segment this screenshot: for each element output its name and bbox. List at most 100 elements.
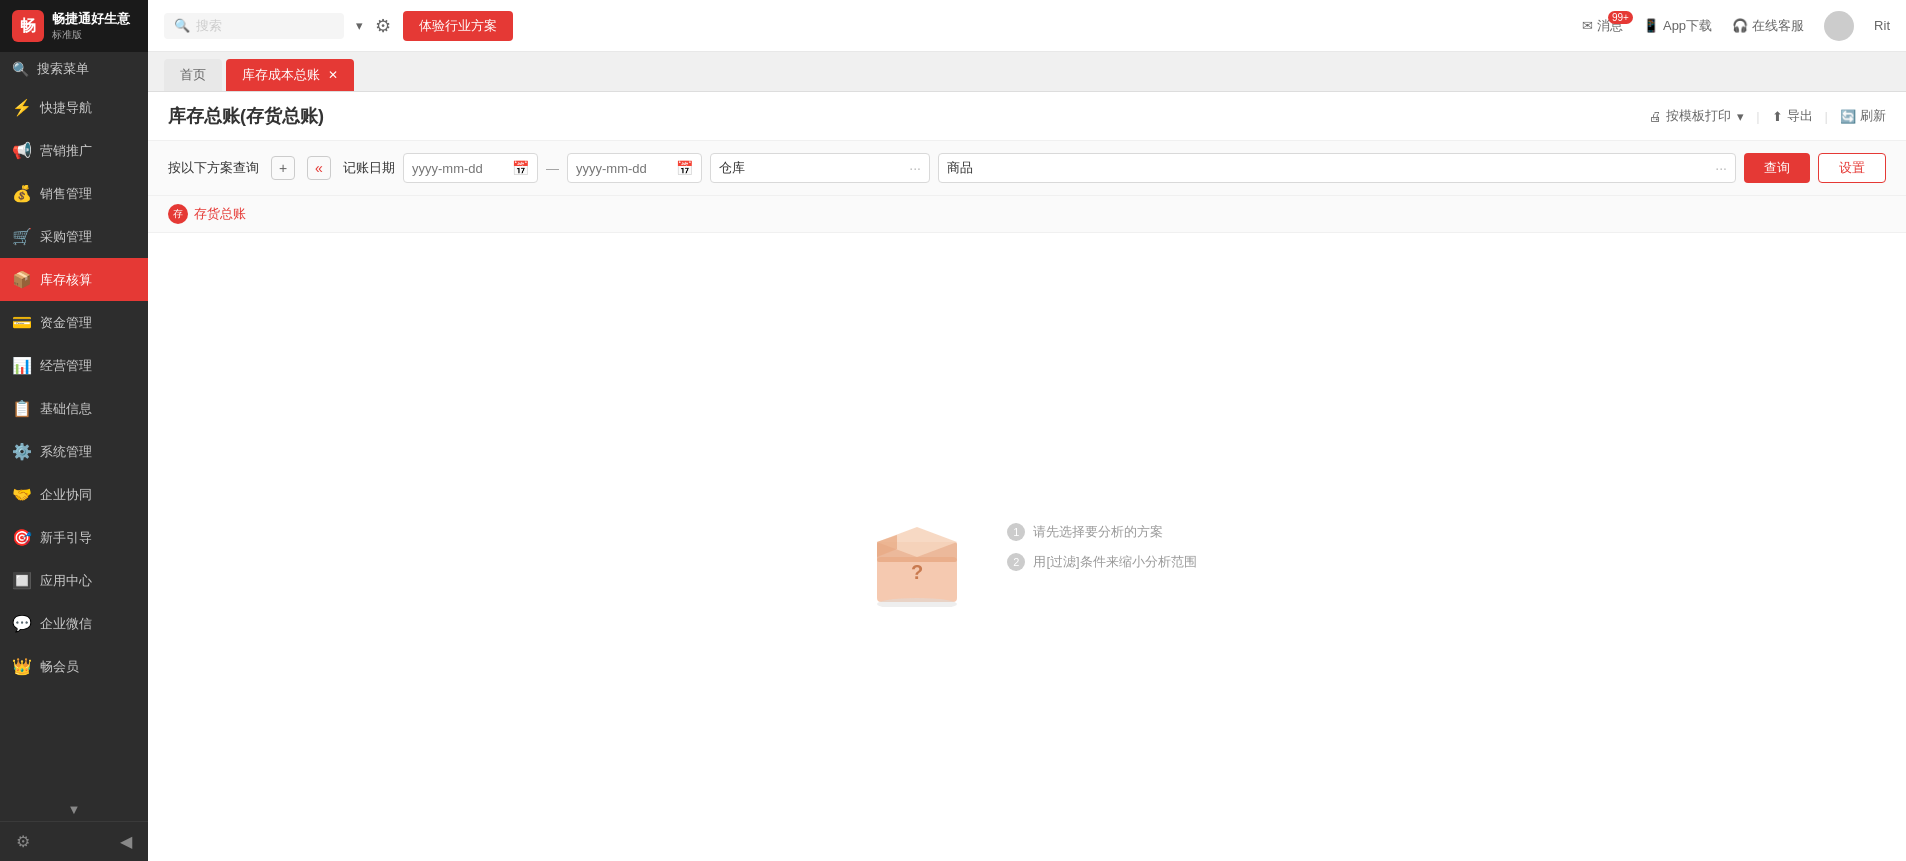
filter-collapse-btn[interactable]: « <box>307 156 331 180</box>
message-icon: ✉ <box>1582 18 1593 33</box>
product-select[interactable]: 商品 ··· <box>938 153 1736 183</box>
finance-icon: 💳 <box>12 313 30 332</box>
sidebar: 畅 畅捷通好生意 标准版 🔍 搜索菜单 ⚡ 快捷导航 📢 营销推广 💰 销售管理… <box>0 0 148 861</box>
tab-home-label: 首页 <box>180 66 206 84</box>
empty-tip-2: 2 用[过滤]条件来缩小分析范围 <box>1007 553 1196 571</box>
search-menu-label: 搜索菜单 <box>37 60 89 78</box>
scheme-label: 存货总账 <box>194 205 246 223</box>
nav-label: 新手引导 <box>40 529 92 547</box>
apps-icon: 🔲 <box>12 571 30 590</box>
sidebar-item-marketing[interactable]: 📢 营销推广 <box>0 129 148 172</box>
user-avatar[interactable] <box>1824 11 1854 41</box>
warehouse-more-icon: ··· <box>909 160 921 176</box>
sidebar-item-operations[interactable]: 📊 经营管理 <box>0 344 148 387</box>
nav-label: 应用中心 <box>40 572 92 590</box>
sidebar-item-apps[interactable]: 🔲 应用中心 <box>0 559 148 602</box>
export-icon: ⬆ <box>1772 109 1783 124</box>
export-label: 导出 <box>1787 107 1813 125</box>
phone-icon: 📱 <box>1643 18 1659 33</box>
topbar-dropdown[interactable]: ▾ <box>356 18 363 33</box>
topbar: 🔍 搜索 ▾ ⚙ 体验行业方案 ✉ 消息 99+ 📱 App下载 🎧 在线客服 … <box>148 0 1906 52</box>
query-btn[interactable]: 查询 <box>1744 153 1810 183</box>
sidebar-item-inventory[interactable]: 📦 库存核算 <box>0 258 148 301</box>
service-label: 在线客服 <box>1752 17 1804 35</box>
customer-service-btn[interactable]: 🎧 在线客服 <box>1732 17 1804 35</box>
page-header: 库存总账(存货总账) 🖨 按模板打印 ▾ | ⬆ 导出 | 🔄 刷新 <box>148 92 1906 141</box>
sidebar-item-system[interactable]: ⚙️ 系统管理 <box>0 430 148 473</box>
sidebar-scroll-down[interactable]: ▼ <box>0 798 148 821</box>
nav-label: 企业协同 <box>40 486 92 504</box>
nav-label: 销售管理 <box>40 185 92 203</box>
tab-home[interactable]: 首页 <box>164 59 222 91</box>
topbar-right: ✉ 消息 99+ 📱 App下载 🎧 在线客服 Rit <box>1582 11 1890 41</box>
filter-bar: 按以下方案查询 + « 记账日期 📅 — 📅 仓库 ··· <box>148 141 1906 196</box>
scheme-icon-char: 存 <box>173 207 183 221</box>
quick-nav-icon: ⚡ <box>12 98 30 117</box>
page-title: 库存总账(存货总账) <box>168 104 324 128</box>
nav-label: 畅会员 <box>40 658 79 676</box>
purchase-icon: 🛒 <box>12 227 30 246</box>
sidebar-item-newbie[interactable]: 🎯 新手引导 <box>0 516 148 559</box>
settings-filter-btn[interactable]: 设置 <box>1818 153 1886 183</box>
tabbar: 首页 库存成本总账 ✕ <box>148 52 1906 92</box>
tip2-text: 用[过滤]条件来缩小分析范围 <box>1033 553 1196 571</box>
sidebar-item-enterprise[interactable]: 🤝 企业协同 <box>0 473 148 516</box>
scheme-item[interactable]: 存 存货总账 <box>168 204 246 224</box>
app-download-btn[interactable]: 📱 App下载 <box>1643 17 1712 35</box>
sidebar-item-sales[interactable]: 💰 销售管理 <box>0 172 148 215</box>
product-label: 商品 <box>947 159 973 177</box>
inventory-icon: 📦 <box>12 270 30 289</box>
operations-icon: 📊 <box>12 356 30 375</box>
empty-illustration: ? <box>857 487 977 607</box>
app-logo: 畅 畅捷通好生意 标准版 <box>0 0 148 52</box>
date-start-input[interactable]: 📅 <box>403 153 538 183</box>
nav-label: 采购管理 <box>40 228 92 246</box>
tab-inventory-label: 库存成本总账 <box>242 66 320 84</box>
sidebar-nav: ⚡ 快捷导航 📢 营销推广 💰 销售管理 🛒 采购管理 📦 库存核算 💳 资金管… <box>0 86 148 798</box>
print-btn[interactable]: 🖨 按模板打印 ▾ <box>1649 107 1744 125</box>
refresh-btn[interactable]: 🔄 刷新 <box>1840 107 1886 125</box>
empty-state: ? 1 请先选择要分析的方案 2 用[过滤]条件来缩小分析范围 <box>148 233 1906 861</box>
collapse-icon[interactable]: ◀ <box>120 832 132 851</box>
warehouse-label: 仓库 <box>719 159 745 177</box>
tab-close-btn[interactable]: ✕ <box>328 69 338 81</box>
filter-add-btn[interactable]: + <box>271 156 295 180</box>
system-icon: ⚙️ <box>12 442 30 461</box>
topbar-gear-icon[interactable]: ⚙ <box>375 15 391 37</box>
app-version: 标准版 <box>52 28 130 42</box>
sidebar-item-wechat[interactable]: 💬 企业微信 <box>0 602 148 645</box>
date-end-field[interactable] <box>576 161 676 176</box>
trial-btn[interactable]: 体验行业方案 <box>403 11 513 41</box>
scheme-row: 存 存货总账 <box>148 196 1906 233</box>
empty-tips: 1 请先选择要分析的方案 2 用[过滤]条件来缩小分析范围 <box>1007 523 1196 571</box>
tab-inventory-ledger[interactable]: 库存成本总账 ✕ <box>226 59 354 91</box>
nav-label: 快捷导航 <box>40 99 92 117</box>
settings-icon[interactable]: ⚙ <box>16 832 30 851</box>
headset-icon: 🎧 <box>1732 18 1748 33</box>
print-icon: 🖨 <box>1649 109 1662 124</box>
export-btn[interactable]: ⬆ 导出 <box>1772 107 1813 125</box>
nav-label: 库存核算 <box>40 271 92 289</box>
sidebar-item-quick-nav[interactable]: ⚡ 快捷导航 <box>0 86 148 129</box>
calendar-icon: 📅 <box>512 160 529 176</box>
content-area: 库存总账(存货总账) 🖨 按模板打印 ▾ | ⬆ 导出 | 🔄 刷新 <box>148 92 1906 861</box>
search-icon: 🔍 <box>12 61 29 77</box>
page-actions: 🖨 按模板打印 ▾ | ⬆ 导出 | 🔄 刷新 <box>1649 107 1886 125</box>
basics-icon: 📋 <box>12 399 30 418</box>
warehouse-select[interactable]: 仓库 ··· <box>710 153 930 183</box>
topbar-search-icon: 🔍 <box>174 18 190 33</box>
date-end-input[interactable]: 📅 <box>567 153 702 183</box>
scheme-icon: 存 <box>168 204 188 224</box>
topbar-search[interactable]: 🔍 搜索 <box>164 13 344 39</box>
sidebar-footer: ⚙ ◀ <box>0 821 148 861</box>
nav-label: 营销推广 <box>40 142 92 160</box>
product-more-icon: ··· <box>1715 160 1727 176</box>
date-start-field[interactable] <box>412 161 512 176</box>
sidebar-item-basics[interactable]: 📋 基础信息 <box>0 387 148 430</box>
message-btn[interactable]: ✉ 消息 99+ <box>1582 17 1623 35</box>
sidebar-item-vip[interactable]: 👑 畅会员 <box>0 645 148 688</box>
refresh-label: 刷新 <box>1860 107 1886 125</box>
sidebar-item-purchase[interactable]: 🛒 采购管理 <box>0 215 148 258</box>
sidebar-item-finance[interactable]: 💳 资金管理 <box>0 301 148 344</box>
search-menu[interactable]: 🔍 搜索菜单 <box>0 52 148 86</box>
